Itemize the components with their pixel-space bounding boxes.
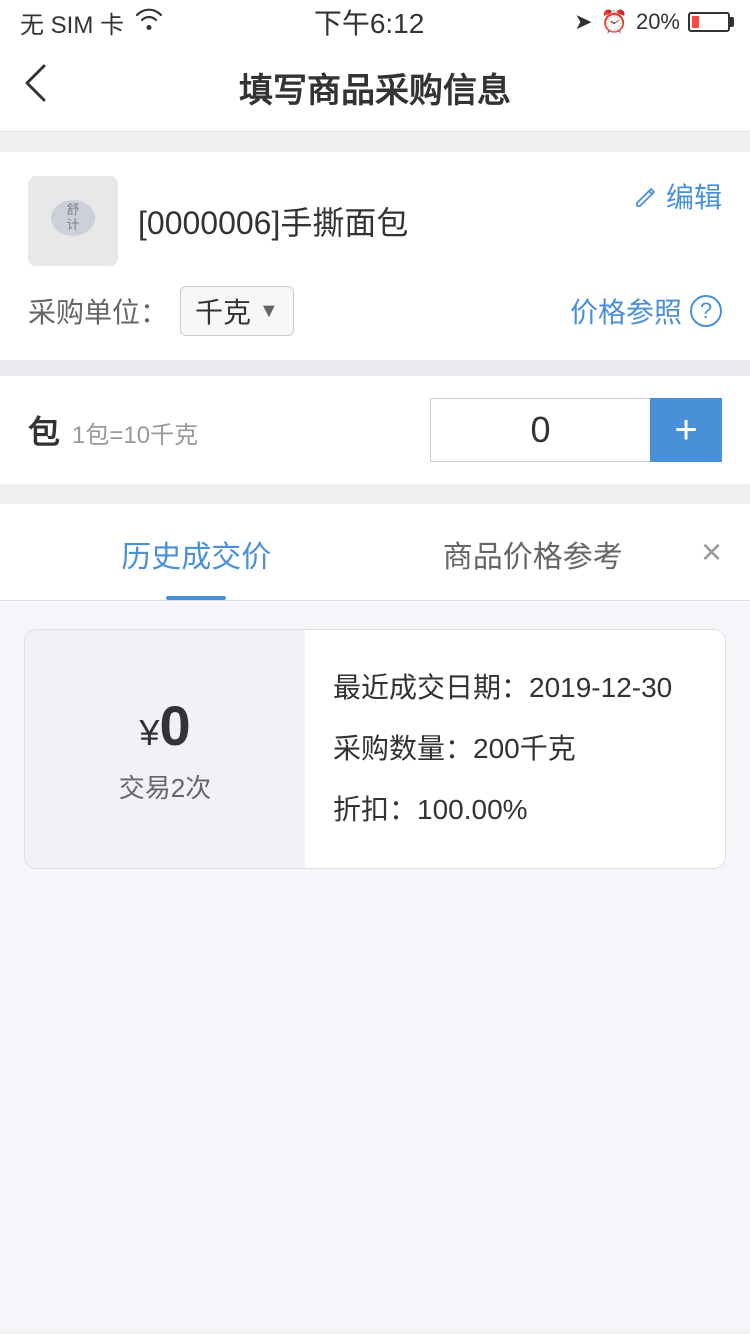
tabs-close-button[interactable]: × xyxy=(701,514,722,590)
tabs-section: 历史成交价 商品价格参考 × ¥0 交易2次 最近成交日期：2019-12-30… xyxy=(0,504,750,1329)
svg-text:计: 计 xyxy=(66,217,79,232)
quantity-conversion: 1包=10千克 xyxy=(72,415,198,450)
tab-product-price-ref[interactable]: 商品价格参考 xyxy=(364,504,700,600)
price-ref-label: 价格参照 xyxy=(570,291,682,331)
status-bar: 无 SIM 卡 下午6:12 ➤ ⏰ 20% xyxy=(0,0,750,44)
quantity-unit: 包 xyxy=(28,407,60,453)
product-name: [0000006]手撕面包 xyxy=(138,198,408,244)
battery-icon xyxy=(688,12,730,32)
recent-date-row: 最近成交日期：2019-12-30 xyxy=(333,666,697,711)
history-price: ¥0 xyxy=(139,693,190,758)
section-divider xyxy=(0,360,750,376)
purchase-qty-row: 采购数量：200千克 xyxy=(333,727,697,772)
price-ref-button[interactable]: 价格参照 ? xyxy=(570,291,722,331)
history-card-right: 最近成交日期：2019-12-30 采购数量：200千克 折扣：100.00% xyxy=(305,630,725,868)
tab-history-price[interactable]: 历史成交价 xyxy=(28,504,364,600)
battery-percent: 20% xyxy=(636,9,680,35)
back-button[interactable] xyxy=(24,64,46,111)
alarm-icon: ⏰ xyxy=(601,9,628,35)
status-time: 下午6:12 xyxy=(314,2,425,42)
tab-content-area: ¥0 交易2次 最近成交日期：2019-12-30 采购数量：200千克 折扣：… xyxy=(0,629,750,1329)
quantity-plus-button[interactable]: + xyxy=(650,398,722,462)
unit-dropdown-arrow: ▼ xyxy=(259,300,279,323)
product-header: 舒 计 [0000006]手撕面包 编辑 xyxy=(28,176,722,266)
product-info-left: 舒 计 [0000006]手撕面包 xyxy=(28,176,408,266)
nav-bar: 填写商品采购信息 xyxy=(0,44,750,132)
product-image: 舒 计 xyxy=(28,176,118,266)
history-card-left: ¥0 交易2次 xyxy=(25,630,305,868)
status-left: 无 SIM 卡 xyxy=(20,5,164,40)
quantity-label: 包 1包=10千克 xyxy=(28,407,198,453)
quantity-input[interactable] xyxy=(430,398,650,462)
wifi-icon xyxy=(134,8,164,36)
unit-label: 采购单位： xyxy=(28,291,168,331)
svg-text:舒: 舒 xyxy=(66,202,79,217)
battery-fill xyxy=(692,16,699,28)
price-ref-help-icon: ? xyxy=(690,295,722,327)
unit-value: 千克 xyxy=(195,291,251,331)
product-section: 舒 计 [0000006]手撕面包 编辑 采购单位： 千克 ▼ 价格参照 ? xyxy=(0,152,750,360)
quantity-section: 包 1包=10千克 + xyxy=(0,376,750,484)
history-trade-count: 交易2次 xyxy=(119,768,211,805)
discount-row: 折扣：100.00% xyxy=(333,788,697,833)
product-unit-row: 采购单位： 千克 ▼ 价格参照 ? xyxy=(28,286,722,336)
quantity-input-wrap: + xyxy=(430,398,722,462)
location-icon: ➤ xyxy=(574,9,592,35)
tabs-header: 历史成交价 商品价格参考 × xyxy=(0,504,750,601)
status-right: ➤ ⏰ 20% xyxy=(574,9,730,35)
unit-select[interactable]: 千克 ▼ xyxy=(180,286,294,336)
edit-button[interactable]: 编辑 xyxy=(634,176,722,216)
history-card: ¥0 交易2次 最近成交日期：2019-12-30 采购数量：200千克 折扣：… xyxy=(24,629,726,869)
page-title: 填写商品采购信息 xyxy=(239,63,511,112)
sim-status: 无 SIM 卡 xyxy=(20,5,124,40)
history-price-symbol: ¥ xyxy=(139,712,159,753)
